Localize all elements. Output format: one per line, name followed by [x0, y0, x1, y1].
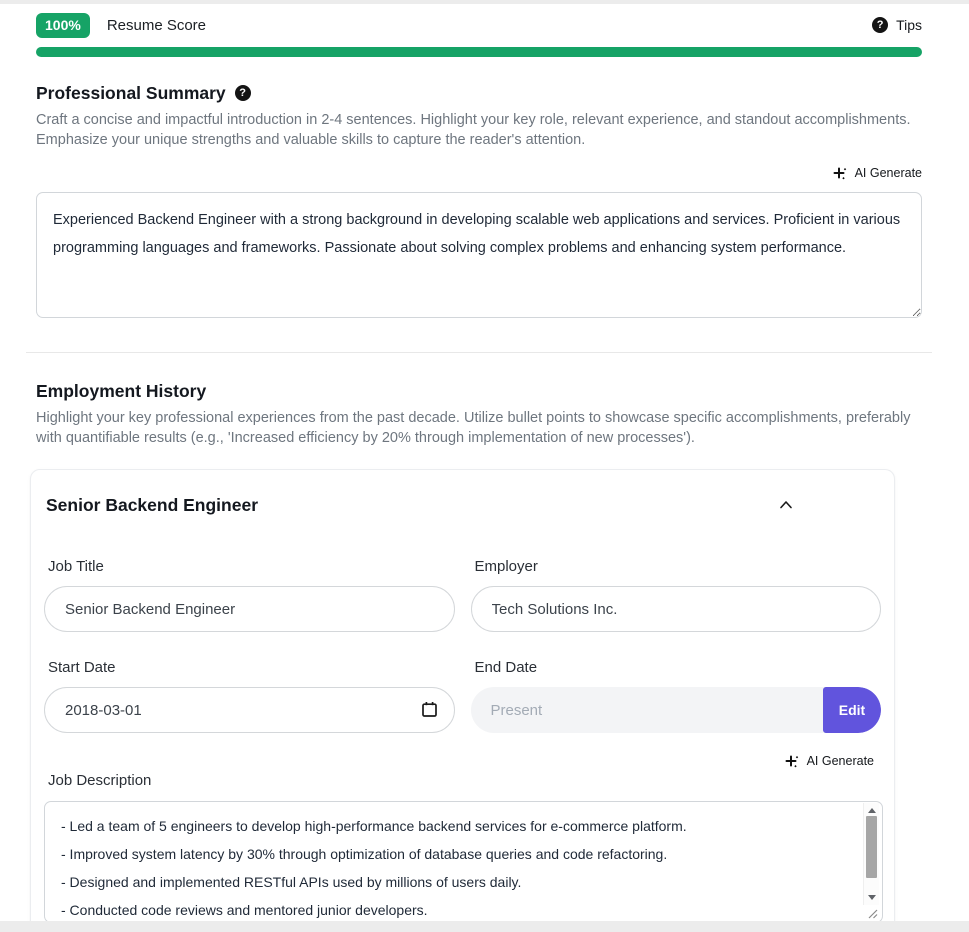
- end-date-label: End Date: [474, 659, 538, 676]
- professional-summary-heading: Professional Summary: [36, 83, 226, 103]
- employment-entry-header: Senior Backend Engineer: [44, 494, 881, 516]
- resize-grip-icon[interactable]: [866, 907, 878, 919]
- ai-generate-label: AI Generate: [854, 166, 922, 180]
- employment-history-description: Highlight your key professional experien…: [36, 410, 911, 446]
- edit-end-date-button[interactable]: Edit: [823, 687, 881, 733]
- start-date-input[interactable]: [44, 687, 455, 733]
- end-date-input[interactable]: [470, 687, 881, 733]
- score-badge: 100%: [36, 12, 90, 38]
- scroll-down-icon[interactable]: [867, 895, 876, 900]
- start-date-field-group: Start Date: [44, 659, 455, 733]
- collapse-entry-button[interactable]: [777, 496, 795, 514]
- employment-entry-card: Senior Backend Engineer Job Title Employ…: [30, 469, 895, 921]
- chevron-up-icon: [780, 501, 792, 509]
- resume-editor-panel: 100% Resume Score ? Tips Professional Su…: [0, 4, 969, 921]
- resume-score-label: Resume Score: [106, 16, 207, 34]
- textarea-scrollbar[interactable]: [863, 803, 879, 905]
- professional-summary-section: Professional Summary ? Craft a concise a…: [36, 83, 922, 318]
- job-title-label: Job Title: [48, 558, 104, 575]
- job-description-textarea[interactable]: - Led a team of 5 engineers to develop h…: [44, 801, 883, 921]
- job-title-input[interactable]: [44, 586, 455, 632]
- job-description-label: Job Description: [48, 772, 152, 789]
- help-icon[interactable]: ?: [234, 85, 251, 101]
- job-description-field: - Led a team of 5 engineers to develop h…: [44, 801, 883, 921]
- professional-summary-textarea[interactable]: Experienced Backend Engineer with a stro…: [36, 192, 922, 318]
- score-progress-bar: [36, 47, 922, 57]
- help-icon: ?: [872, 17, 889, 33]
- employment-entry-title: Senior Backend Engineer: [46, 494, 259, 515]
- ai-generate-button[interactable]: AI Generate: [785, 753, 874, 769]
- professional-summary-description: Craft a concise and impactful introducti…: [36, 112, 911, 148]
- job-title-field-group: Job Title: [44, 558, 455, 632]
- ai-generate-button[interactable]: AI Generate: [36, 165, 922, 181]
- section-divider: [26, 352, 932, 353]
- employer-input[interactable]: [470, 586, 881, 632]
- scrollbar-thumb[interactable]: [866, 816, 877, 878]
- resume-score-bar: 100% Resume Score ? Tips: [36, 12, 922, 38]
- employer-label: Employer: [474, 558, 538, 575]
- tips-button[interactable]: ? Tips: [872, 17, 922, 33]
- end-date-field-group: End Date Edit: [470, 659, 881, 733]
- ai-generate-label: AI Generate: [806, 754, 874, 768]
- calendar-icon[interactable]: [421, 701, 438, 718]
- employment-history-section: Employment History Highlight your key pr…: [36, 381, 922, 448]
- sparkle-icon: [785, 755, 798, 767]
- employment-history-heading: Employment History: [36, 381, 207, 401]
- employer-field-group: Employer: [470, 558, 881, 632]
- tips-label: Tips: [896, 17, 922, 33]
- sparkle-icon: [833, 167, 846, 179]
- start-date-label: Start Date: [48, 659, 116, 676]
- scroll-up-icon[interactable]: [867, 808, 876, 813]
- end-date-field: Edit: [470, 687, 881, 733]
